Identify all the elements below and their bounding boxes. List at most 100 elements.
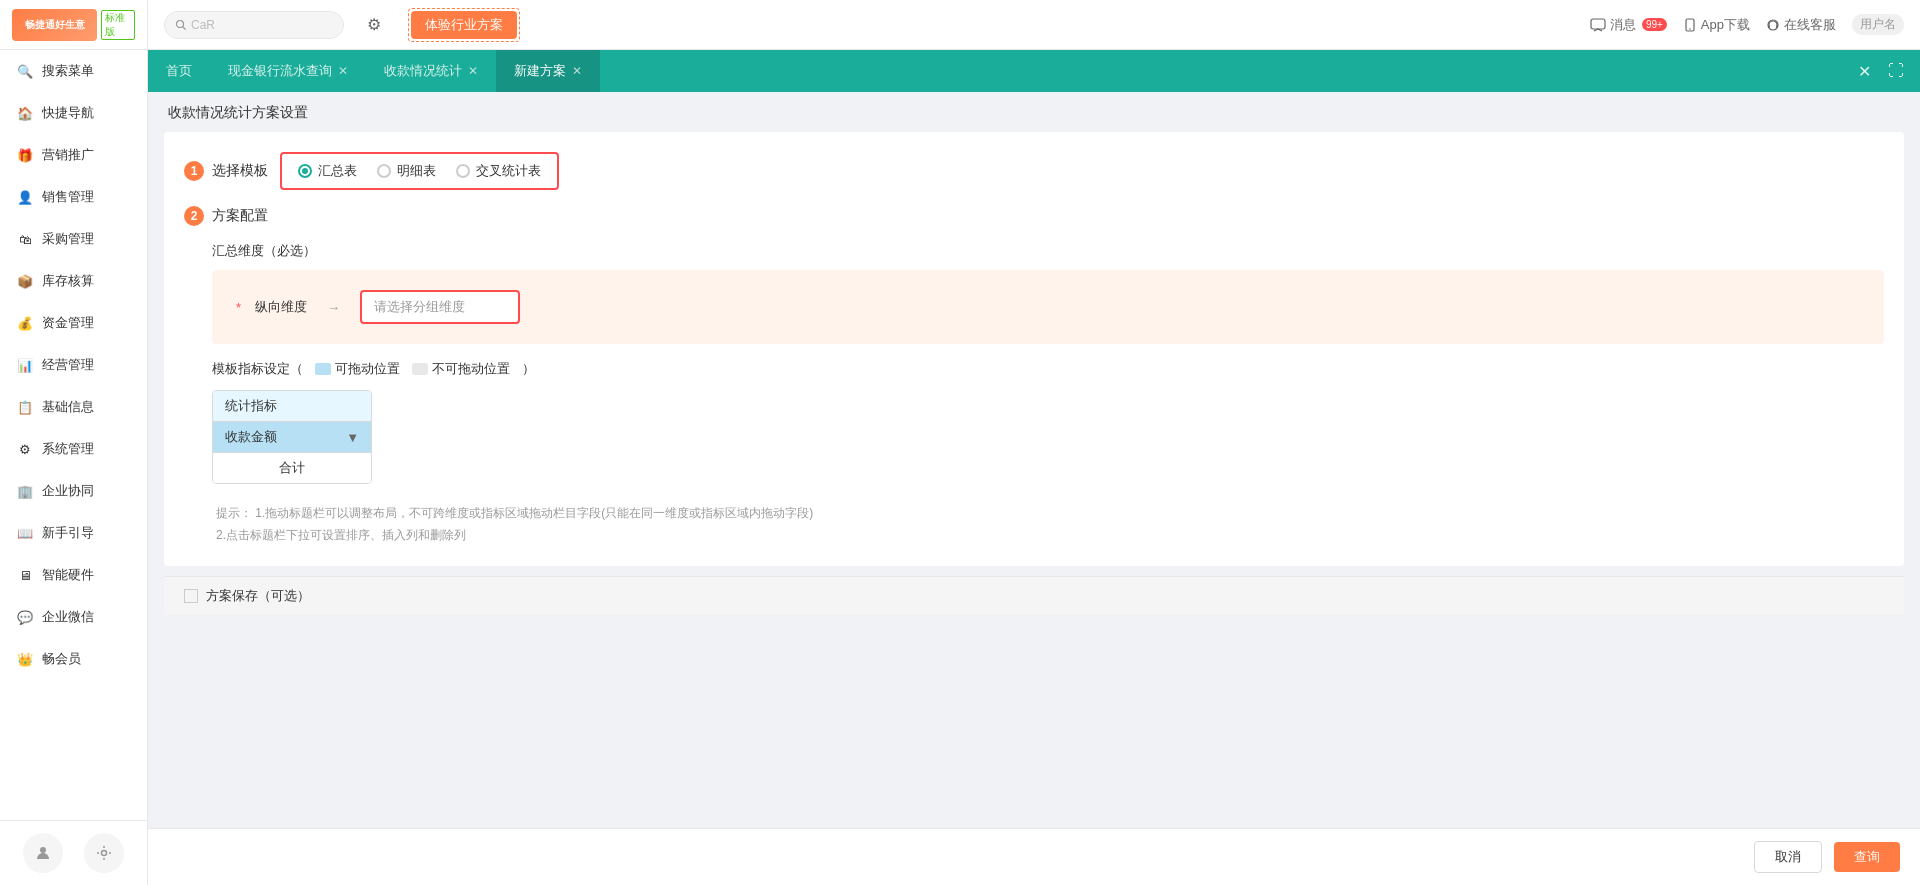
- metrics-config: 模板指标设定（ 可拖动位置 不可拖动位置 ）: [212, 360, 1884, 487]
- sidebar-item-label: 搜索菜单: [42, 62, 94, 80]
- radio-summary-circle: [298, 164, 312, 178]
- legend-fixed-box: [412, 363, 428, 375]
- radio-summary[interactable]: 汇总表: [298, 162, 357, 180]
- metrics-cell-amount[interactable]: 收款金额 ▼: [213, 421, 371, 452]
- box-icon: 📦: [16, 272, 34, 290]
- tab-new-plan[interactable]: 新建方案 ✕: [496, 50, 600, 92]
- tab-new-plan-close[interactable]: ✕: [572, 64, 582, 78]
- svg-point-2: [177, 20, 184, 27]
- step1-label: 选择模板: [212, 162, 268, 180]
- topbar-search[interactable]: CaR: [164, 11, 344, 39]
- tab-collection-close[interactable]: ✕: [468, 64, 478, 78]
- sidebar-item-system[interactable]: ⚙ 系统管理: [0, 428, 147, 470]
- dim-select[interactable]: 请选择分组维度: [360, 290, 520, 324]
- tips-section: 提示： 1.拖动标题栏可以调整布局，不可跨维度或指标区域拖动栏目字段(只能在同一…: [212, 503, 1884, 546]
- message-btn[interactable]: 消息 99+: [1590, 16, 1667, 34]
- tip-1: 提示： 1.拖动标题栏可以调整布局，不可跨维度或指标区域拖动栏目字段(只能在同一…: [212, 503, 1884, 525]
- sidebar-item-wechat[interactable]: 💬 企业微信: [0, 596, 147, 638]
- service-btn[interactable]: 在线客服: [1766, 16, 1836, 34]
- svg-point-6: [1689, 28, 1691, 30]
- metrics-group-header: 统计指标: [213, 391, 371, 421]
- radio-detail-label: 明细表: [397, 162, 436, 180]
- sidebar-bottom-btn1[interactable]: [23, 833, 63, 873]
- person-icon: [35, 845, 51, 861]
- sidebar-item-operation[interactable]: 📊 经营管理: [0, 344, 147, 386]
- sidebar-item-purchase[interactable]: 🛍 采购管理: [0, 218, 147, 260]
- sidebar-item-guide[interactable]: 📖 新手引导: [0, 512, 147, 554]
- sidebar-logo: 畅捷通好生意 标准版: [0, 0, 147, 50]
- legend-fixed-label: 不可拖动位置: [432, 360, 510, 378]
- dim-row-label: 纵向维度: [255, 298, 307, 316]
- phone-icon: [1683, 18, 1697, 32]
- metrics-table: 统计指标 收款金额 ▼ 合计: [212, 390, 372, 484]
- sidebar-item-capital[interactable]: 💰 资金管理: [0, 302, 147, 344]
- sidebar-item-label: 资金管理: [42, 314, 94, 332]
- sidebar-item-label: 系统管理: [42, 440, 94, 458]
- tab-home[interactable]: 首页: [148, 50, 210, 92]
- gear-icon: ⚙: [16, 440, 34, 458]
- dim-arrow: →: [327, 300, 340, 315]
- industry-btn[interactable]: 体验行业方案: [411, 11, 517, 39]
- tab-cashflow-close[interactable]: ✕: [338, 64, 348, 78]
- legend-draggable-box: [315, 363, 331, 375]
- tab-fullscreen[interactable]: ⛶: [1884, 59, 1908, 83]
- main-area: CaR ⚙ 体验行业方案 消息 99+ App下载 在线客服 用户名 首页: [148, 0, 1920, 885]
- tab-collection[interactable]: 收款情况统计 ✕: [366, 50, 496, 92]
- app-label: App下载: [1701, 16, 1750, 34]
- sidebar-item-label: 畅会员: [42, 650, 81, 668]
- svg-rect-9: [1776, 25, 1778, 28]
- cancel-button[interactable]: 取消: [1754, 841, 1822, 873]
- nav-tabs: 首页 现金银行流水查询 ✕ 收款情况统计 ✕ 新建方案 ✕ ✕ ⛶: [148, 50, 1920, 92]
- metrics-cell-dropdown-icon[interactable]: ▼: [346, 430, 359, 445]
- search-icon: [175, 19, 187, 31]
- sidebar-item-member[interactable]: 👑 畅会员: [0, 638, 147, 680]
- radio-cross[interactable]: 交叉统计表: [456, 162, 541, 180]
- sidebar-item-hardware[interactable]: 🖥 智能硬件: [0, 554, 147, 596]
- service-label: 在线客服: [1784, 16, 1836, 34]
- legend-draggable-label: 可拖动位置: [335, 360, 400, 378]
- radio-detail[interactable]: 明细表: [377, 162, 436, 180]
- radio-summary-dot: [302, 168, 308, 174]
- sidebar-item-basic-info[interactable]: 📋 基础信息: [0, 386, 147, 428]
- step1-header: 1 选择模板 汇总表 明细表 交叉统计表: [184, 152, 1884, 190]
- dimension-area: * 纵向维度 → 请选择分组维度: [212, 270, 1884, 344]
- metrics-title: 模板指标设定（: [212, 360, 303, 378]
- gift-icon: 🎁: [16, 146, 34, 164]
- nav-tabs-actions: ✕ ⛶: [1852, 59, 1920, 83]
- app-download-btn[interactable]: App下载: [1683, 16, 1750, 34]
- crown-icon: 👑: [16, 650, 34, 668]
- sidebar-item-label: 营销推广: [42, 146, 94, 164]
- sidebar-item-search-menu[interactable]: 🔍 搜索菜单: [0, 50, 147, 92]
- save-checkbox[interactable]: [184, 589, 198, 603]
- clipboard-icon: 📋: [16, 398, 34, 416]
- search-menu-icon: 🔍: [16, 62, 34, 80]
- sidebar-item-label: 快捷导航: [42, 104, 94, 122]
- step1-section: 1 选择模板 汇总表 明细表 交叉统计表: [184, 152, 1884, 190]
- svg-rect-4: [1591, 19, 1605, 29]
- metrics-total: 合计: [213, 452, 371, 483]
- sidebar-item-inventory[interactable]: 📦 库存核算: [0, 260, 147, 302]
- settings-button[interactable]: ⚙: [360, 11, 388, 39]
- sidebar-item-marketing[interactable]: 🎁 营销推广: [0, 134, 147, 176]
- sidebar-item-enterprise[interactable]: 🏢 企业协同: [0, 470, 147, 512]
- sidebar: 畅捷通好生意 标准版 🔍 搜索菜单 🏠 快捷导航 🎁 营销推广 👤 销售管理 🛍…: [0, 0, 148, 885]
- sidebar-item-quick-nav[interactable]: 🏠 快捷导航: [0, 92, 147, 134]
- tab-close-all[interactable]: ✕: [1852, 59, 1876, 83]
- template-radio-group: 汇总表 明细表 交叉统计表: [280, 152, 559, 190]
- svg-rect-8: [1768, 25, 1770, 28]
- sidebar-item-label: 基础信息: [42, 398, 94, 416]
- sidebar-bottom-btn2[interactable]: [84, 833, 124, 873]
- tab-cashflow[interactable]: 现金银行流水查询 ✕: [210, 50, 366, 92]
- main-card: 1 选择模板 汇总表 明细表 交叉统计表: [164, 132, 1904, 566]
- sidebar-item-label: 经营管理: [42, 356, 94, 374]
- save-label: 方案保存（可选）: [206, 587, 310, 605]
- svg-point-0: [40, 847, 46, 853]
- svg-point-1: [102, 851, 107, 856]
- dim-placeholder: 请选择分组维度: [374, 299, 465, 314]
- query-button[interactable]: 查询: [1834, 842, 1900, 872]
- legend-draggable: 可拖动位置: [315, 360, 400, 378]
- dim-required-star: *: [236, 300, 241, 315]
- sidebar-item-sales[interactable]: 👤 销售管理: [0, 176, 147, 218]
- topbar: CaR ⚙ 体验行业方案 消息 99+ App下载 在线客服 用户名: [148, 0, 1920, 50]
- step2-badge: 2: [184, 206, 204, 226]
